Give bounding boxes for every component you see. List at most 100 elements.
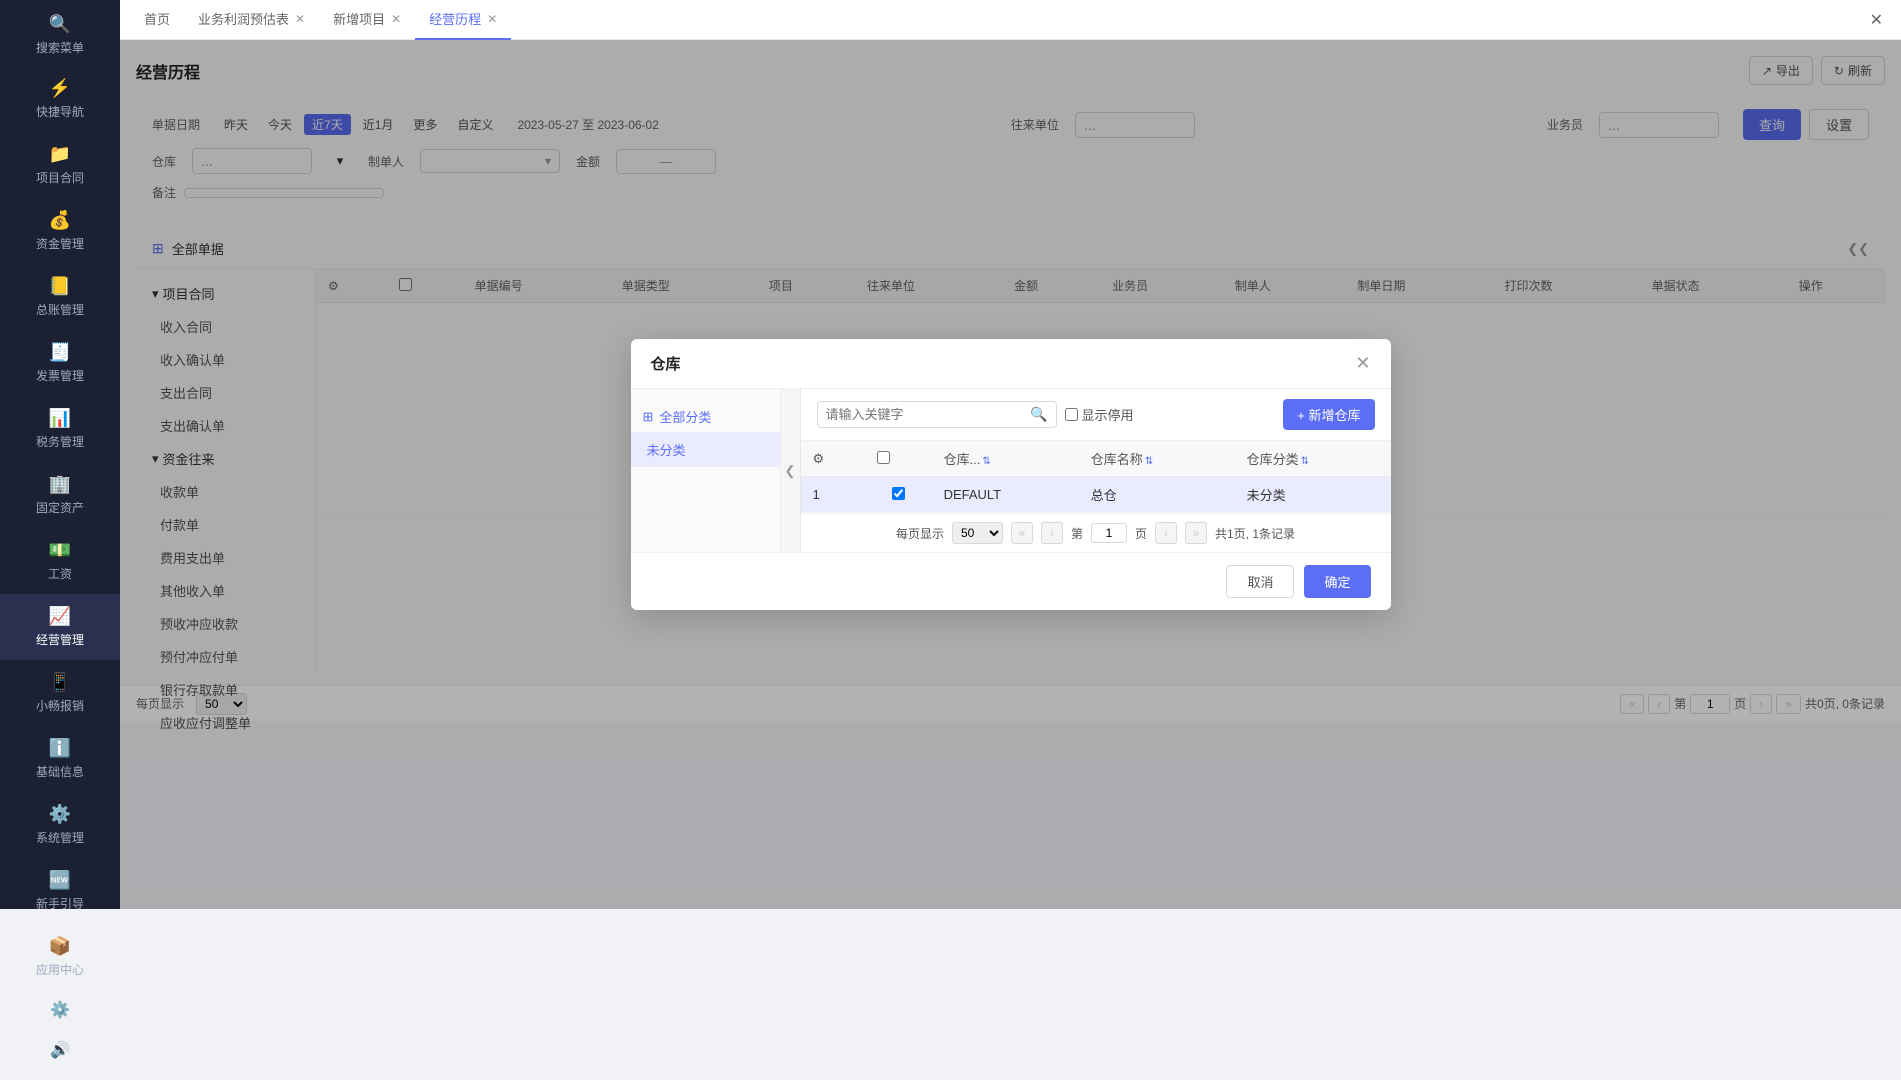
sidebar-bottom: ⚙️ 🔊: [0, 990, 120, 1080]
sidebar-item-fixed-assets[interactable]: 🏢 固定资产: [0, 462, 120, 528]
tab-new-project-close[interactable]: ✕: [391, 12, 401, 26]
xiaochang-icon: 📱: [49, 672, 71, 693]
sidebar-item-label: 新手引导: [36, 895, 84, 912]
salary-icon: 💵: [49, 540, 71, 561]
row-checkbox-cell: [865, 477, 932, 513]
modal-close-btn[interactable]: ✕: [1355, 353, 1370, 374]
sidebar-item-quick-nav[interactable]: ⚡ 快捷导航: [0, 66, 120, 132]
sort-icon-code: ⇅: [982, 456, 990, 467]
th-name: 仓库名称⇅: [1079, 441, 1235, 477]
modal-title: 仓库: [651, 353, 681, 374]
modal-search-input[interactable]: [826, 407, 1025, 422]
modal-sidebar: ⊞ 全部分类 未分类: [631, 389, 781, 552]
sidebar-item-tax[interactable]: 📊 税务管理: [0, 396, 120, 462]
cancel-btn[interactable]: 取消: [1226, 565, 1294, 598]
tab-jingying-close[interactable]: ✕: [487, 12, 497, 26]
th-category: 仓库分类⇅: [1235, 441, 1391, 477]
table-gear-icon[interactable]: ⚙: [813, 451, 825, 466]
tab-home-label: 首页: [144, 9, 170, 28]
modal-footer-bar: 每页显示 50 100 « ‹ 第 页 ›: [801, 513, 1391, 552]
sort-icon-name: ⇅: [1145, 456, 1153, 467]
sidebar-item-label: 总账管理: [36, 301, 84, 318]
invoice-icon: 🧾: [49, 342, 71, 363]
warehouse-table: ⚙ 仓库...⇅ 仓库名称⇅: [801, 441, 1391, 513]
sidebar-search[interactable]: 🔍 搜索菜单: [36, 0, 84, 66]
modal-select-all[interactable]: [877, 451, 890, 464]
fixed-assets-icon: 🏢: [49, 474, 71, 495]
modal-page-input[interactable]: [1091, 523, 1127, 543]
tab-new-project[interactable]: 新增项目 ✕: [319, 0, 415, 40]
warehouse-modal: 仓库 ✕ ⊞ 全部分类 未分类: [631, 339, 1391, 610]
operations-icon: 📈: [49, 606, 71, 627]
add-warehouse-btn[interactable]: + 新增仓库: [1283, 399, 1374, 430]
modal-content: 🔍 显示停用 + 新增仓库: [801, 389, 1391, 552]
tab-jingying-label: 经营历程: [429, 9, 481, 28]
sidebar-item-fund-management[interactable]: 💰 资金管理: [0, 198, 120, 264]
tab-jingying[interactable]: 经营历程 ✕: [415, 0, 511, 40]
modal-table-area: ⚙ 仓库...⇅ 仓库名称⇅: [801, 441, 1391, 513]
th-check: [865, 441, 932, 477]
sidebar-item-guide[interactable]: 🆕 新手引导: [0, 858, 120, 924]
tax-icon: 📊: [49, 408, 71, 429]
all-category-label: 全部分类: [659, 407, 711, 426]
show-disabled-checkbox[interactable]: [1065, 408, 1078, 421]
modal-body: ⊞ 全部分类 未分类 ❮: [631, 389, 1391, 552]
modal-collapse-btn[interactable]: ❮: [781, 389, 801, 552]
modal-search-icon: 🔍: [1030, 406, 1047, 423]
tab-profit-close[interactable]: ✕: [295, 12, 305, 26]
sidebar-item-basic-info[interactable]: ℹ️ 基础信息: [0, 726, 120, 792]
sidebar: 🔍 搜索菜单 ⚡ 快捷导航 📁 项目合同 💰 资金管理 📒 总账管理 🧾: [0, 0, 120, 909]
sidebar-item-label: 经营管理: [36, 631, 84, 648]
show-disabled-label: 显示停用: [1082, 405, 1134, 424]
sidebar-item-operations[interactable]: 📈 经营管理: [0, 594, 120, 660]
sidebar-item-label: 系统管理: [36, 829, 84, 846]
tab-profit[interactable]: 业务利润预估表 ✕: [184, 0, 319, 40]
system-icon: ⚙️: [49, 804, 71, 825]
modal-search-box: 🔍: [817, 401, 1057, 428]
table-row[interactable]: 1 DEFAULT 总仓 未分类: [801, 477, 1391, 513]
window-close-btn[interactable]: ✕: [1862, 8, 1891, 33]
basic-info-icon: ℹ️: [49, 738, 71, 759]
modal-next-page-btn[interactable]: ›: [1155, 522, 1177, 544]
sidebar-item-ledger[interactable]: 📒 总账管理: [0, 264, 120, 330]
all-category-header[interactable]: ⊞ 全部分类: [631, 401, 780, 432]
sidebar-nav: ⚡ 快捷导航 📁 项目合同 💰 资金管理 📒 总账管理 🧾 发票管理 📊: [0, 66, 120, 990]
show-disabled-checkbox-label[interactable]: 显示停用: [1065, 405, 1134, 424]
sidebar-item-label: 基础信息: [36, 763, 84, 780]
sidebar-item-label: 税务管理: [36, 433, 84, 450]
tab-profit-label: 业务利润预估表: [198, 9, 289, 28]
row-category: 未分类: [1235, 477, 1391, 513]
modal-prev-page-btn[interactable]: ‹: [1041, 522, 1063, 544]
sidebar-item-invoice[interactable]: 🧾 发票管理: [0, 330, 120, 396]
row-code: DEFAULT: [932, 477, 1079, 513]
row-index: 1: [801, 477, 865, 513]
sidebar-item-project-contract[interactable]: 📁 项目合同: [0, 132, 120, 198]
row-name: 总仓: [1079, 477, 1235, 513]
sidebar-item-system[interactable]: ⚙️ 系统管理: [0, 792, 120, 858]
modal-per-page-select[interactable]: 50 100: [952, 522, 1003, 544]
uncategorized-item[interactable]: 未分类: [631, 432, 780, 467]
sidebar-item-app-center[interactable]: 📦 应用中心: [0, 924, 120, 990]
sidebar-item-label: 资金管理: [36, 235, 84, 252]
sidebar-item-label: 快捷导航: [36, 103, 84, 120]
sidebar-search-label: 搜索菜单: [36, 39, 84, 56]
sidebar-settings[interactable]: ⚙️: [0, 990, 120, 1030]
tab-home[interactable]: 首页: [130, 0, 184, 40]
settings-icon: ⚙️: [50, 1000, 70, 1020]
modal-last-page-btn[interactable]: »: [1185, 522, 1207, 544]
th-code: 仓库...⇅: [932, 441, 1079, 477]
modal-per-page-label: 每页显示: [896, 525, 944, 542]
search-icon: 🔍: [49, 14, 71, 35]
sidebar-item-xiaochang[interactable]: 📱 小畅报销: [0, 660, 120, 726]
modal-overlay: 仓库 ✕ ⊞ 全部分类 未分类: [120, 40, 1901, 909]
tab-bar: 首页 业务利润预估表 ✕ 新增项目 ✕ 经营历程 ✕ ✕: [120, 0, 1901, 40]
sidebar-sound[interactable]: 🔊: [0, 1030, 120, 1070]
main-content: 首页 业务利润预估表 ✕ 新增项目 ✕ 经营历程 ✕ ✕ 经: [120, 0, 1901, 909]
fund-icon: 💰: [49, 210, 71, 231]
modal-first-page-btn[interactable]: «: [1011, 522, 1033, 544]
row-checkbox[interactable]: [892, 487, 905, 500]
project-icon: 📁: [49, 144, 71, 165]
confirm-btn[interactable]: 确定: [1304, 565, 1370, 598]
app-center-icon: 📦: [49, 936, 71, 957]
sidebar-item-salary[interactable]: 💵 工资: [0, 528, 120, 594]
